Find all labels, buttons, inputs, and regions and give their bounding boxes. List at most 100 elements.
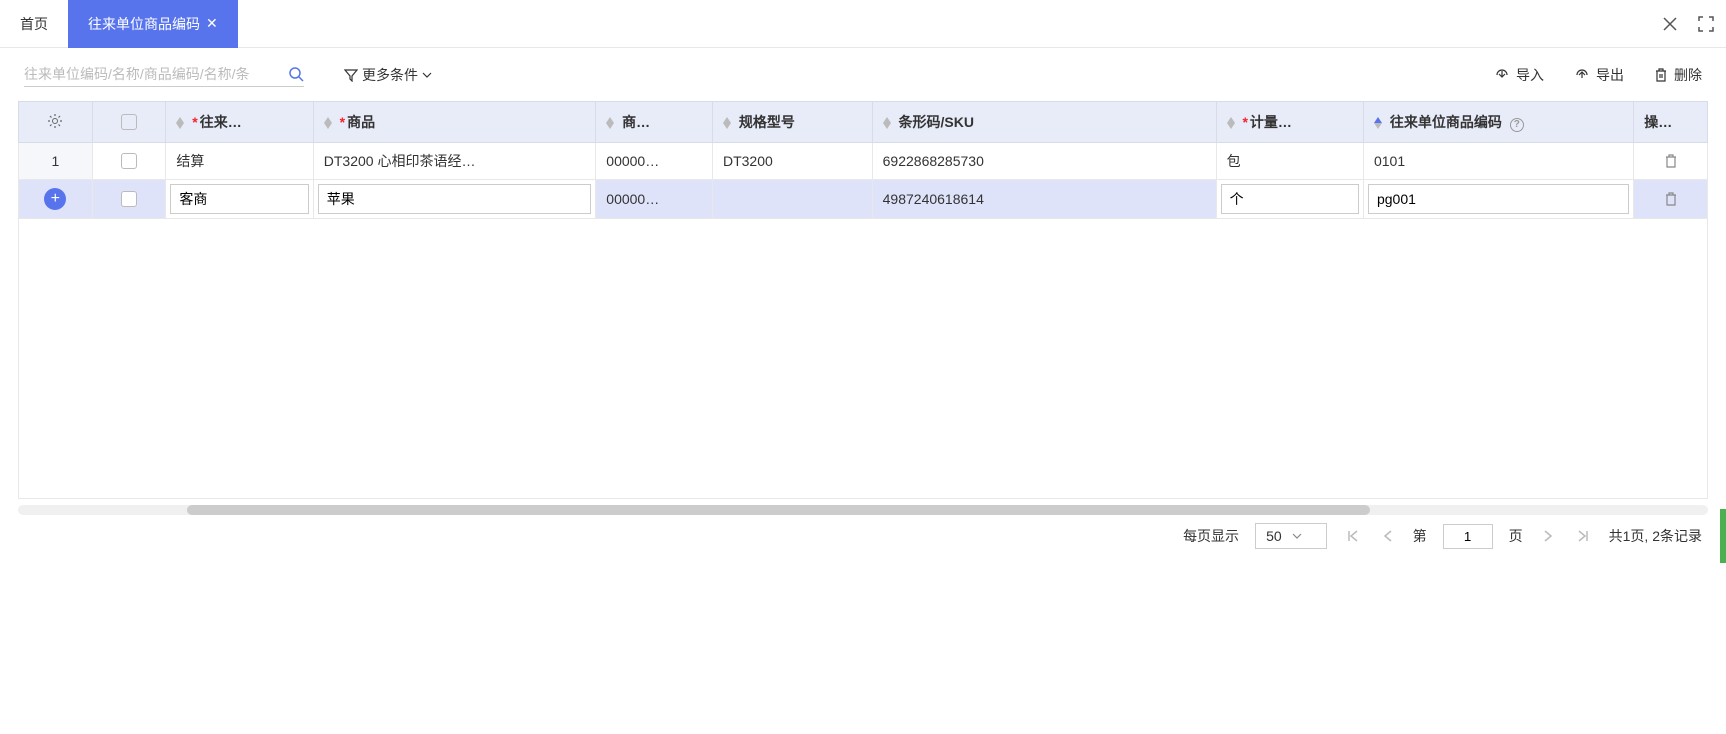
sort-icon (883, 117, 891, 129)
table-empty-area (18, 219, 1708, 499)
header-settings[interactable] (19, 102, 93, 143)
more-conditions-label: 更多条件 (362, 65, 418, 85)
code-input[interactable] (1368, 184, 1629, 214)
table-row[interactable]: + 00000… 4987240618614 (19, 180, 1708, 219)
table-header-row: *往来… *商品 商… 规格型号 条形码/SKU *计量… (19, 102, 1708, 143)
fullscreen-icon[interactable] (1696, 14, 1716, 34)
header-product-short-label: 商… (622, 114, 650, 130)
gear-icon (47, 113, 63, 129)
filter-icon (344, 68, 358, 82)
row-index: 1 (19, 143, 93, 180)
header-partner-code[interactable]: 往来单位商品编码 ? (1363, 102, 1633, 143)
delete-button[interactable]: 删除 (1654, 65, 1702, 85)
required-mark: * (1242, 114, 1247, 130)
header-unit[interactable]: *计量… (1216, 102, 1363, 143)
tab-bar: 首页 往来单位商品编码 ✕ (0, 0, 1726, 48)
sort-icon (176, 117, 184, 129)
cell-product[interactable]: DT3200 心相印茶语经… (313, 143, 596, 180)
export-label: 导出 (1596, 65, 1624, 85)
checkbox[interactable] (121, 191, 137, 207)
page-number-input[interactable] (1443, 524, 1493, 549)
delete-row-icon[interactable] (1644, 192, 1697, 206)
cell-partner-code[interactable]: 0101 (1363, 143, 1633, 180)
export-icon (1574, 67, 1590, 83)
cell-partner[interactable] (166, 180, 313, 219)
next-page-button[interactable] (1539, 530, 1557, 542)
add-row-button[interactable]: + (44, 188, 66, 210)
cell-unit[interactable]: 包 (1216, 143, 1363, 180)
header-unit-label: 计量… (1250, 114, 1292, 130)
header-partner-code-label: 往来单位商品编码 (1390, 114, 1502, 130)
page-prefix-label: 第 (1413, 526, 1427, 546)
header-spec[interactable]: 规格型号 (712, 102, 872, 143)
cell-partner[interactable]: 结算 (166, 143, 313, 180)
close-icon[interactable]: ✕ (206, 15, 218, 32)
checkbox[interactable] (121, 153, 137, 169)
cell-barcode: 6922868285730 (872, 143, 1216, 180)
pagination-bar: 每页显示 50 第 页 共1页, 2条记录 (0, 509, 1726, 563)
cell-action (1634, 143, 1708, 180)
sort-icon (723, 117, 731, 129)
sort-icon (1227, 117, 1235, 129)
search-icon[interactable] (288, 66, 304, 82)
toolbar: 更多条件 导入 导出 删除 (0, 48, 1726, 101)
tab-home-label: 首页 (20, 14, 48, 34)
cell-product[interactable] (313, 180, 596, 219)
checkbox[interactable] (121, 114, 137, 130)
required-mark: * (192, 114, 197, 130)
cell-action (1634, 180, 1708, 219)
chevron-down-icon (422, 72, 432, 78)
import-icon (1494, 67, 1510, 83)
more-conditions-button[interactable]: 更多条件 (344, 65, 432, 85)
header-partner[interactable]: *往来… (166, 102, 313, 143)
cell-spec: DT3200 (712, 143, 872, 180)
help-icon[interactable]: ? (1510, 118, 1524, 132)
delete-label: 删除 (1674, 65, 1702, 85)
product-input[interactable] (318, 184, 592, 214)
delete-row-icon[interactable] (1644, 154, 1697, 168)
unit-input[interactable] (1221, 184, 1359, 214)
partner-input[interactable] (170, 184, 308, 214)
cell-product-short: 00000… (596, 143, 713, 180)
row-checkbox-cell (92, 180, 166, 219)
last-page-button[interactable] (1573, 530, 1593, 542)
chevron-down-icon (1292, 533, 1302, 539)
import-button[interactable]: 导入 (1494, 65, 1544, 85)
header-checkbox[interactable] (92, 102, 166, 143)
horizontal-scrollbar[interactable] (18, 499, 1708, 509)
per-page-value: 50 (1266, 528, 1282, 544)
cell-spec (712, 180, 872, 219)
export-button[interactable]: 导出 (1574, 65, 1624, 85)
cell-barcode: 4987240618614 (872, 180, 1216, 219)
pagination-summary: 共1页, 2条记录 (1609, 526, 1702, 546)
page-suffix-label: 页 (1509, 526, 1523, 546)
header-barcode-label: 条形码/SKU (899, 114, 974, 130)
first-page-button[interactable] (1343, 530, 1363, 542)
required-mark: * (340, 114, 345, 130)
close-panel-icon[interactable] (1660, 14, 1680, 34)
tab-partner-product-code[interactable]: 往来单位商品编码 ✕ (68, 0, 238, 48)
tab-home[interactable]: 首页 (0, 0, 68, 48)
search-box (24, 62, 304, 87)
header-action-label: 操… (1644, 114, 1672, 130)
row-add: + (19, 180, 93, 219)
cell-unit[interactable] (1216, 180, 1363, 219)
row-checkbox-cell (92, 143, 166, 180)
cell-product-short: 00000… (596, 180, 713, 219)
tab-active-label: 往来单位商品编码 (88, 14, 200, 34)
data-table: *往来… *商品 商… 规格型号 条形码/SKU *计量… (18, 101, 1708, 499)
sort-icon (1374, 117, 1382, 129)
header-action: 操… (1634, 102, 1708, 143)
header-product[interactable]: *商品 (313, 102, 596, 143)
search-input[interactable] (24, 62, 288, 86)
table-row[interactable]: 1 结算 DT3200 心相印茶语经… 00000… DT3200 692286… (19, 143, 1708, 180)
per-page-label: 每页显示 (1183, 526, 1239, 546)
prev-page-button[interactable] (1379, 530, 1397, 542)
per-page-select[interactable]: 50 (1255, 523, 1327, 549)
header-barcode[interactable]: 条形码/SKU (872, 102, 1216, 143)
sort-icon (324, 117, 332, 129)
header-product-short[interactable]: 商… (596, 102, 713, 143)
cell-partner-code[interactable] (1363, 180, 1633, 219)
right-accent-bar (1720, 509, 1726, 563)
sort-icon (606, 117, 614, 129)
